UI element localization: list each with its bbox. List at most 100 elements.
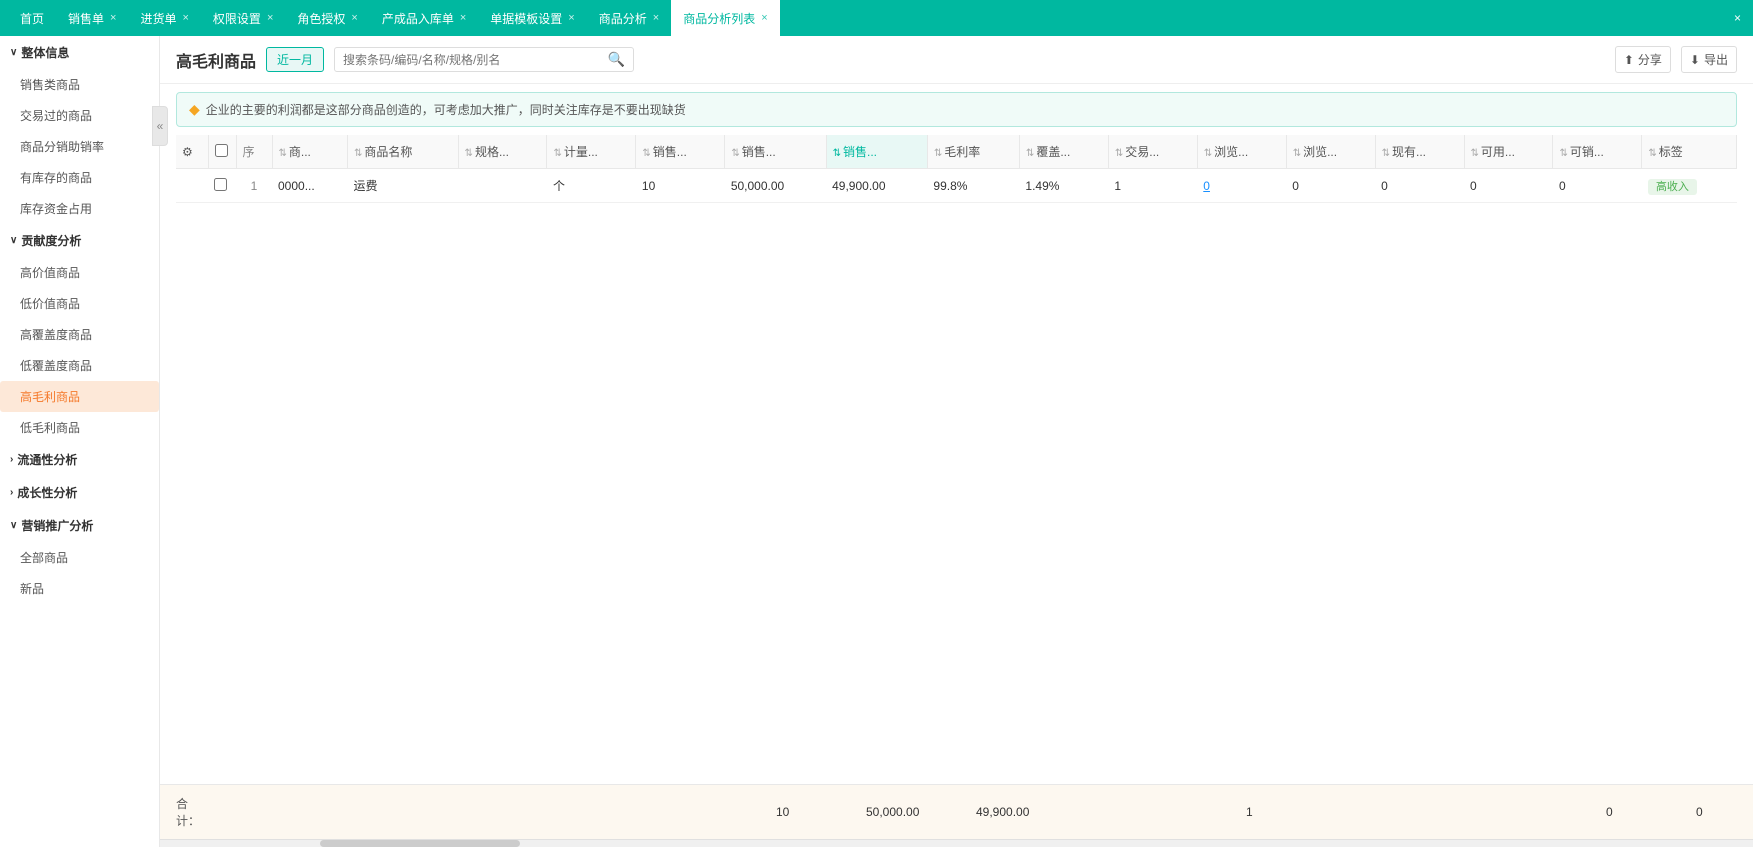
sidebar-collapse-button[interactable]: « <box>152 106 168 146</box>
select-all-checkbox[interactable] <box>215 144 228 157</box>
footer-sales-amt: 50,000.00 <box>866 805 956 819</box>
cell-sales-amt: 50,000.00 <box>725 169 826 203</box>
col-settings[interactable]: ⚙ <box>176 135 208 169</box>
col-stock-cur[interactable]: ⇅现有... <box>1375 135 1464 169</box>
content-area: 高毛利商品 近一月 🔍 ⬆ 分享 ⬇ 导出 ◆ 企业的主要的利润都是这部分商品创… <box>160 36 1753 847</box>
close-role-auth[interactable]: × <box>351 12 357 24</box>
nav-role-auth[interactable]: 角色授权 × <box>285 0 369 36</box>
sidebar-item-traded-goods[interactable]: 交易过的商品 <box>0 100 159 131</box>
nav-product-inbound[interactable]: 产成品入库单 × <box>370 0 478 36</box>
nav-product-analysis-list[interactable]: 商品分析列表 × <box>671 0 779 36</box>
footer-label: 合计： <box>176 795 200 829</box>
scrollbar-thumb[interactable] <box>320 840 520 847</box>
sidebar-group-growth[interactable]: › 成长性分析 <box>0 476 159 509</box>
col-code[interactable]: ⇅商... <box>272 135 347 169</box>
chevron-right-icon: › <box>10 454 13 465</box>
chevron-down-icon-2: ∨ <box>10 235 17 246</box>
main-layout: ∨ 整体信息 销售类商品 交易过的商品 商品分销助销率 有库存的商品 库存资金占… <box>0 36 1753 847</box>
data-table: ⚙ 序 ⇅商... ⇅商品名称 ⇅规格... <box>176 135 1737 203</box>
sidebar: ∨ 整体信息 销售类商品 交易过的商品 商品分销助销率 有库存的商品 库存资金占… <box>0 36 160 847</box>
col-tag[interactable]: ⇅标签 <box>1642 135 1737 169</box>
sidebar-group-overall[interactable]: ∨ 整体信息 <box>0 36 159 69</box>
footer-sales-qty: 10 <box>776 805 846 819</box>
header-actions: ⬆ 分享 ⬇ 导出 <box>1615 46 1737 73</box>
nav-template-settings[interactable]: 单据模板设置 × <box>478 0 586 36</box>
col-stock-sell[interactable]: ⇅可销... <box>1553 135 1642 169</box>
col-spec[interactable]: ⇅规格... <box>458 135 547 169</box>
col-sales-qty[interactable]: ⇅销售... <box>636 135 725 169</box>
cell-name: 运费 <box>347 169 458 203</box>
window-controls: × <box>1730 11 1745 25</box>
sidebar-item-new-goods[interactable]: 新品 <box>0 573 159 604</box>
nav-home[interactable]: 首页 <box>8 0 56 36</box>
cell-trade: 1 <box>1108 169 1197 203</box>
search-input[interactable] <box>343 53 604 67</box>
footer-summary: 合计： 10 50,000.00 49,900.00 1 0 0 <box>160 784 1753 839</box>
horizontal-scrollbar[interactable] <box>160 839 1753 847</box>
table-container: ⚙ 序 ⇅商... ⇅商品名称 ⇅规格... <box>160 135 1753 784</box>
cell-browse1[interactable]: 0 <box>1197 169 1286 203</box>
sidebar-group-marketing[interactable]: ∨ 营销推广分析 <box>0 509 159 542</box>
cell-gross-rate: 99.8% <box>927 169 1019 203</box>
top-navigation: 首页 销售单 × 进货单 × 权限设置 × 角色授权 × 产成品入库单 × 单据… <box>0 0 1753 36</box>
sidebar-item-high-value[interactable]: 高价值商品 <box>0 257 159 288</box>
col-gross-rate[interactable]: ⇅毛利率 <box>927 135 1019 169</box>
window-close-btn[interactable]: × <box>1730 11 1745 25</box>
nav-purchase-order[interactable]: 进货单 × <box>128 0 200 36</box>
share-button[interactable]: ⬆ 分享 <box>1615 46 1671 73</box>
footer-stock-avail: 0 <box>1606 805 1676 819</box>
sidebar-item-high-coverage[interactable]: 高覆盖度商品 <box>0 319 159 350</box>
cell-coverage: 1.49% <box>1019 169 1108 203</box>
close-product-inbound[interactable]: × <box>460 12 466 24</box>
export-button[interactable]: ⬇ 导出 <box>1681 46 1737 73</box>
info-icon: ◆ <box>189 101 200 118</box>
col-browse1[interactable]: ⇅浏览... <box>1197 135 1286 169</box>
cell-unit: 个 <box>547 169 636 203</box>
chevron-down-icon: ∨ <box>10 47 17 58</box>
close-product-analysis-list[interactable]: × <box>761 12 767 24</box>
col-name[interactable]: ⇅商品名称 <box>347 135 458 169</box>
sidebar-group-contribution[interactable]: ∨ 贡献度分析 <box>0 224 159 257</box>
sidebar-item-stock-capital[interactable]: 库存资金占用 <box>0 193 159 224</box>
col-sales-cost[interactable]: ⇅销售... <box>826 135 927 169</box>
sidebar-item-all-goods[interactable]: 全部商品 <box>0 542 159 573</box>
share-icon: ⬆ <box>1624 53 1634 67</box>
sidebar-item-in-stock-goods[interactable]: 有库存的商品 <box>0 162 159 193</box>
sidebar-item-high-margin[interactable]: 高毛利商品 <box>0 381 159 412</box>
close-sales-order[interactable]: × <box>110 12 116 24</box>
col-num: 序 <box>236 135 272 169</box>
sidebar-group-liquidity[interactable]: › 流通性分析 <box>0 443 159 476</box>
search-box: 🔍 <box>334 47 634 72</box>
cell-stock-cur: 0 <box>1375 169 1464 203</box>
nav-sales-order[interactable]: 销售单 × <box>56 0 128 36</box>
col-trade[interactable]: ⇅交易... <box>1108 135 1197 169</box>
col-sales-amt[interactable]: ⇅销售... <box>725 135 826 169</box>
table-body: 1 0000... 运费 个 10 50,000.00 49,900.00 99… <box>176 169 1737 203</box>
chevron-right-icon-2: › <box>10 487 13 498</box>
filter-recent-month-button[interactable]: 近一月 <box>266 47 324 72</box>
table-header-row: ⚙ 序 ⇅商... ⇅商品名称 ⇅规格... <box>176 135 1737 169</box>
cell-browse2: 0 <box>1286 169 1375 203</box>
col-checkbox <box>208 135 236 169</box>
footer-trade: 1 <box>1246 805 1316 819</box>
close-purchase-order[interactable]: × <box>182 12 188 24</box>
sidebar-item-low-value[interactable]: 低价值商品 <box>0 288 159 319</box>
col-unit[interactable]: ⇅计量... <box>547 135 636 169</box>
close-product-analysis[interactable]: × <box>653 12 659 24</box>
col-stock-avail[interactable]: ⇅可用... <box>1464 135 1553 169</box>
sidebar-item-low-margin[interactable]: 低毛利商品 <box>0 412 159 443</box>
close-template-settings[interactable]: × <box>568 12 574 24</box>
sidebar-item-sales-goods[interactable]: 销售类商品 <box>0 69 159 100</box>
sidebar-item-low-coverage[interactable]: 低覆盖度商品 <box>0 350 159 381</box>
close-permission-settings[interactable]: × <box>267 12 273 24</box>
col-browse2[interactable]: ⇅浏览... <box>1286 135 1375 169</box>
sidebar-item-distribution-rate[interactable]: 商品分销助销率 <box>0 131 159 162</box>
nav-permission-settings[interactable]: 权限设置 × <box>201 0 285 36</box>
cell-stock-avail: 0 <box>1464 169 1553 203</box>
page-title: 高毛利商品 <box>176 48 256 72</box>
row-checkbox[interactable] <box>214 178 227 191</box>
cell-stock-sell: 0 <box>1553 169 1642 203</box>
footer-stock-sell: 0 <box>1696 805 1753 819</box>
nav-product-analysis[interactable]: 商品分析 × <box>587 0 671 36</box>
col-coverage[interactable]: ⇅覆盖... <box>1019 135 1108 169</box>
